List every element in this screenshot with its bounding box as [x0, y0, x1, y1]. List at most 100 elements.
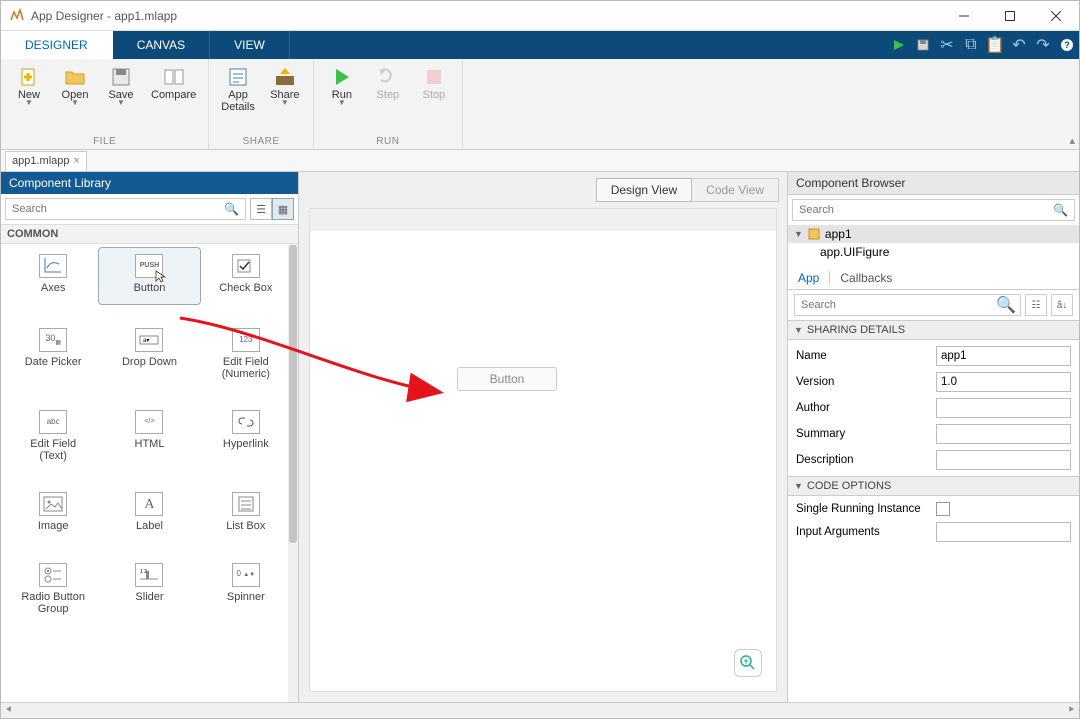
component-drop-down[interactable]: a▾ Drop Down [101, 328, 197, 380]
prop-sort-icon[interactable]: â↓ [1051, 294, 1073, 316]
tab-app[interactable]: App [788, 267, 829, 289]
toolstrip-collapse-icon[interactable]: ▴ [1069, 134, 1075, 147]
component-search-input[interactable] [10, 200, 220, 218]
svg-text:1 2: 1 2 [140, 569, 147, 575]
maximize-button[interactable] [987, 1, 1033, 31]
prop-single-instance-checkbox[interactable] [936, 502, 950, 516]
category-common: COMMON [1, 224, 298, 244]
canvas-button-component[interactable]: Button [457, 367, 557, 391]
component-hyperlink[interactable]: Hyperlink [198, 410, 294, 462]
prop-description-label: Description [796, 454, 936, 466]
view-grid-icon[interactable]: ▦ [272, 198, 294, 220]
titlebar: App Designer - app1.mlapp [1, 1, 1079, 31]
code-view-tab[interactable]: Code View [692, 178, 779, 202]
prop-description-input[interactable] [936, 450, 1071, 470]
component-image[interactable]: Image [5, 492, 101, 532]
component-list-box[interactable]: List Box [198, 492, 294, 532]
component-check-box[interactable]: Check Box [198, 254, 294, 298]
save-button[interactable]: Save▼ [101, 63, 141, 108]
search-icon[interactable]: 🔍 [1049, 203, 1072, 217]
component-edit-field-numeric-[interactable]: 123Edit Field (Numeric) [198, 328, 294, 380]
quick-paste-icon[interactable]: 📋 [983, 31, 1007, 59]
check-icon [232, 254, 260, 278]
section-sharing-details[interactable]: ▼SHARING DETAILS [788, 320, 1079, 340]
open-button[interactable]: Open▼ [55, 63, 95, 108]
tab-view[interactable]: VIEW [210, 31, 290, 59]
component-search[interactable]: 🔍 [5, 198, 246, 220]
component-label: Slider [135, 591, 163, 603]
status-bar: ⯇ ⯈ [1, 702, 1079, 718]
component-edit-field-text-[interactable]: abcEdit Field (Text) [5, 410, 101, 462]
property-search[interactable]: 🔍 [794, 294, 1021, 316]
design-surface[interactable]: Button [309, 208, 777, 692]
search-icon[interactable]: 🔍 [996, 295, 1016, 315]
design-view-tab[interactable]: Design View [596, 178, 692, 202]
app-details-button[interactable]: App Details [217, 63, 259, 115]
tab-designer[interactable]: DESIGNER [1, 31, 113, 59]
tree-child[interactable]: app.UIFigure [788, 243, 1079, 261]
run-button[interactable]: Run▼ [322, 63, 362, 108]
quick-cut-icon[interactable]: ✂ [935, 31, 959, 59]
prop-author-input[interactable] [936, 398, 1071, 418]
window-title: App Designer - app1.mlapp [31, 9, 941, 23]
minimize-button[interactable] [941, 1, 987, 31]
svg-text:a▾: a▾ [143, 338, 149, 344]
zoom-icon[interactable] [734, 649, 762, 677]
tab-canvas[interactable]: CANVAS [113, 31, 210, 59]
component-scrollbar[interactable] [288, 244, 298, 702]
component-label: Axes [41, 282, 65, 294]
prop-version-input[interactable] [936, 372, 1071, 392]
component-spinner[interactable]: 0 ▲▼Spinner [198, 563, 294, 615]
drop-icon: a▾ [135, 328, 163, 352]
prop-name-input[interactable] [936, 346, 1071, 366]
component-slider[interactable]: 1 2 Slider [101, 563, 197, 615]
component-axes[interactable]: Axes [5, 254, 101, 298]
component-date-picker[interactable]: 30▦Date Picker [5, 328, 101, 380]
component-label: Hyperlink [223, 438, 269, 450]
app-icon [7, 8, 27, 24]
scroll-left-icon[interactable]: ⯇ [5, 705, 13, 716]
component-library-panel: Component Library 🔍 ☰ ▦ COMMON Axes PUSHB… [1, 172, 299, 702]
view-list-icon[interactable]: ☰ [250, 198, 272, 220]
section-run-label: RUN [376, 136, 399, 147]
quick-redo-icon[interactable]: ↷ [1031, 31, 1055, 59]
component-button[interactable]: PUSHButton [99, 248, 199, 304]
component-label: Edit Field (Text) [30, 438, 76, 462]
tree-expand-icon[interactable]: ▼ [794, 229, 803, 239]
component-html[interactable]: </>HTML [101, 410, 197, 462]
prop-grouped-icon[interactable]: ☷ [1025, 294, 1047, 316]
file-tab[interactable]: app1.mlapp × [5, 151, 87, 171]
search-icon[interactable]: 🔍 [220, 202, 243, 216]
close-button[interactable] [1033, 1, 1079, 31]
scroll-right-icon[interactable]: ⯈ [1067, 705, 1075, 716]
compare-button[interactable]: Compare [147, 63, 200, 108]
prop-input-args-input[interactable] [936, 522, 1071, 542]
component-library-title: Component Library [1, 172, 298, 194]
property-search-input[interactable] [799, 298, 996, 312]
link-icon [232, 410, 260, 434]
prop-summary-input[interactable] [936, 424, 1071, 444]
prop-summary-label: Summary [796, 428, 936, 440]
component-label: Drop Down [122, 356, 177, 368]
prop-version-label: Version [796, 376, 936, 388]
browser-search[interactable]: 🔍 [792, 199, 1075, 221]
quick-help-icon[interactable]: ? [1055, 31, 1079, 59]
section-code-options[interactable]: ▼CODE OPTIONS [788, 476, 1079, 496]
quick-save-icon[interactable] [911, 31, 935, 59]
component-label: HTML [135, 438, 165, 450]
share-button[interactable]: Share▼ [265, 63, 305, 115]
section-share-label: SHARE [243, 136, 280, 147]
quick-run-icon[interactable] [887, 31, 911, 59]
quick-undo-icon[interactable]: ↶ [1007, 31, 1031, 59]
spin-icon: 0 ▲▼ [232, 563, 260, 587]
file-tab-close-icon[interactable]: × [74, 155, 80, 167]
quick-copy-icon[interactable]: ⧉ [959, 31, 983, 59]
component-label[interactable]: ALabel [101, 492, 197, 532]
prop-input-args-label: Input Arguments [796, 526, 936, 538]
component-radio-button-group[interactable]: Radio Button Group [5, 563, 101, 615]
component-label: Image [38, 520, 69, 532]
tab-callbacks[interactable]: Callbacks [830, 267, 902, 289]
browser-search-input[interactable] [797, 201, 1049, 219]
tree-root[interactable]: ▼ app1 [788, 225, 1079, 243]
new-button[interactable]: New▼ [9, 63, 49, 108]
